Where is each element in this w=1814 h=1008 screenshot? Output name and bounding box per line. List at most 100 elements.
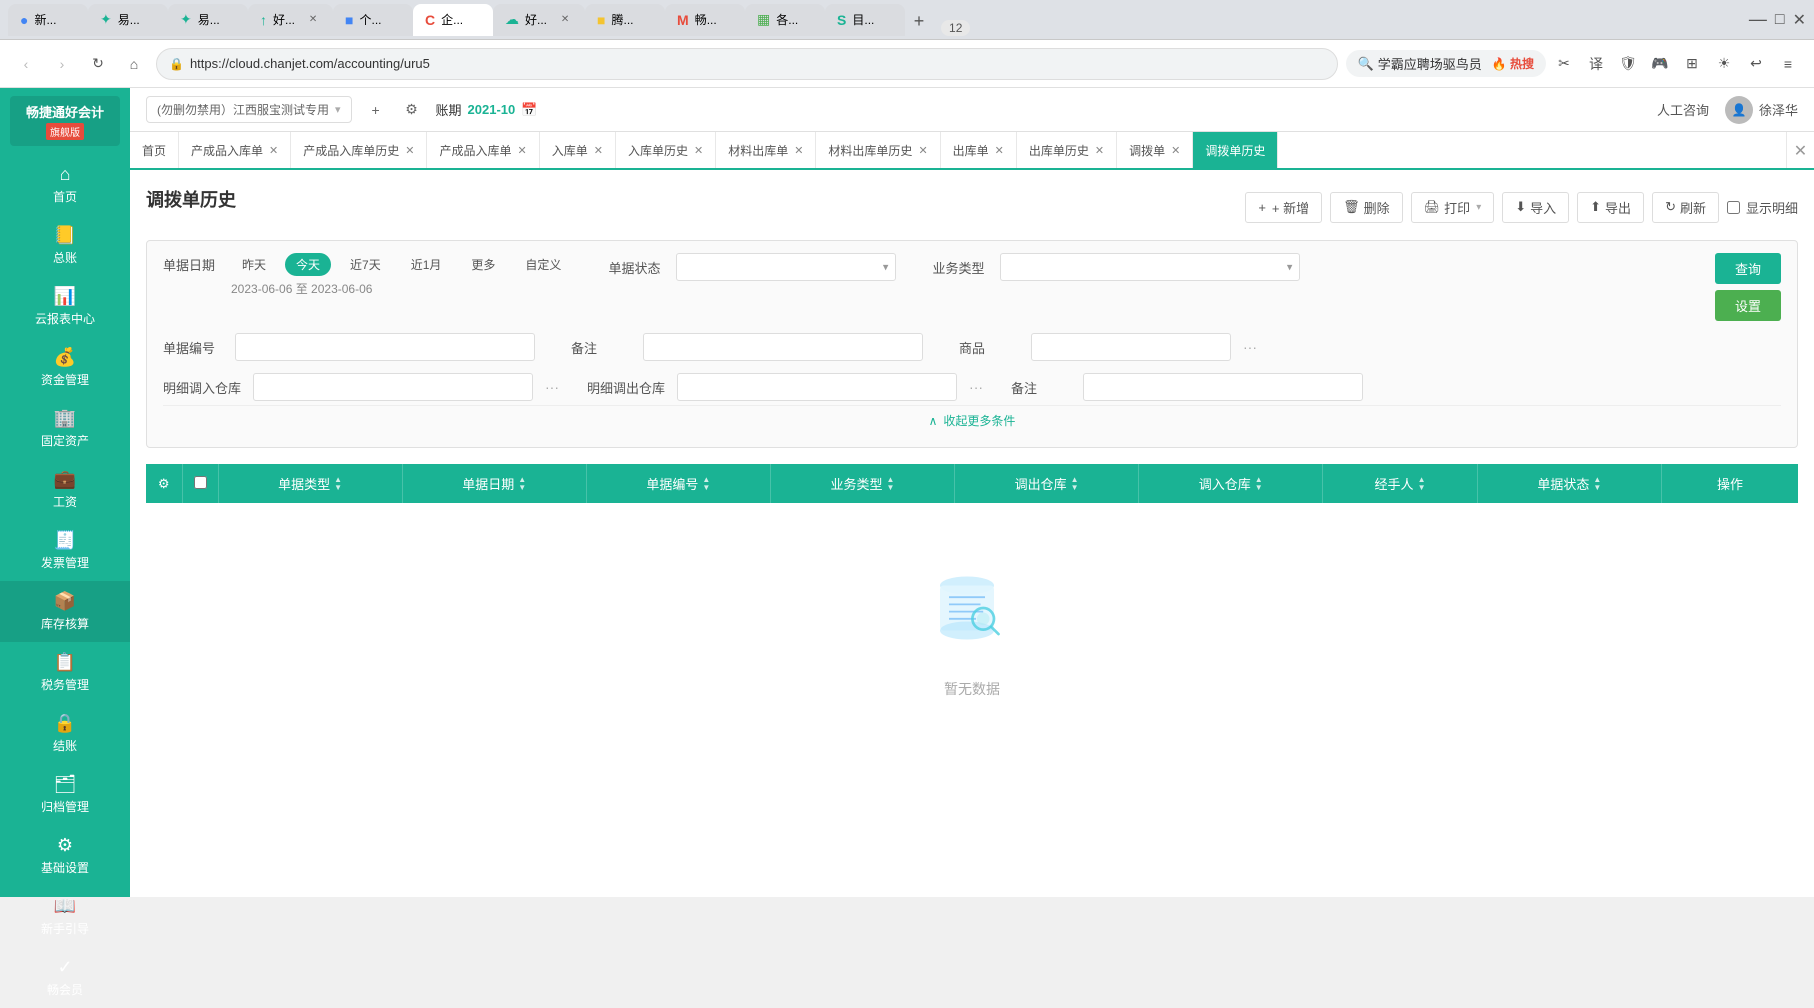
tab-in-hist[interactable]: 入库单历史 ✕ [616,132,716,168]
sidebar-item-guide[interactable]: 📖 新手引导 [0,886,130,947]
refresh-button-page[interactable]: ↻ 刷新 [1652,192,1719,223]
back-button[interactable]: ‹ [12,50,40,78]
tab-prod-in-close[interactable]: ✕ [269,144,278,157]
tab-prod-in-hist-close[interactable]: ✕ [405,144,414,157]
sidebar-item-inventory[interactable]: 📦 库存核算 [0,581,130,642]
th-doc-status[interactable]: 单据状态 ▲▼ [1477,464,1661,503]
tab-out-close[interactable]: ✕ [995,144,1004,157]
tab-allot-hist[interactable]: 调拨单历史 [1193,132,1278,168]
close-page-button[interactable]: ✕ [1786,132,1814,170]
ai-service-link[interactable]: 人工咨询 [1657,100,1709,119]
new-tab-button[interactable]: + [905,8,933,36]
tab-prod-in2-close[interactable]: ✕ [518,144,527,157]
tab7-close-icon[interactable]: ✕ [557,12,573,28]
th-in-warehouse[interactable]: 调入仓库 ▲▼ [1139,464,1323,503]
translate-icon[interactable]: 译 [1582,50,1610,78]
menu-icon[interactable]: ≡ [1774,50,1802,78]
browser-tab-2[interactable]: ✦ 易... [88,4,168,36]
biz-type-select[interactable] [1000,253,1300,281]
custom-btn[interactable]: 自定义 [514,253,572,276]
sort-biz-type[interactable]: 业务类型 ▲▼ [779,474,946,493]
sort-out-warehouse[interactable]: 调出仓库 ▲▼ [963,474,1130,493]
calendar-icon[interactable]: 📅 [521,102,537,118]
browser-tab-4[interactable]: ↑ 好... ✕ [248,4,333,36]
game-icon[interactable]: 🎮 [1646,50,1674,78]
add-company-button[interactable]: + [364,98,388,122]
browser-tab-11[interactable]: S 目... [825,4,905,36]
th-handler[interactable]: 经手人 ▲▼ [1323,464,1478,503]
search-bar[interactable]: 🔍 学霸应聘场驱鸟员 🔥 热搜 [1346,50,1546,77]
detail-in-ellipsis[interactable]: ··· [545,379,559,395]
detail-out-ellipsis[interactable]: ··· [969,379,983,395]
sidebar-item-home[interactable]: ⌂ 首页 [0,154,130,215]
sidebar-item-ledger[interactable]: 📒 总账 [0,215,130,276]
import-button[interactable]: ⬇ 导入 [1502,192,1569,223]
export-button[interactable]: ⬆ 导出 [1577,192,1644,223]
window-maximize-icon[interactable]: □ [1775,11,1785,29]
sidebar-item-tax[interactable]: 📋 税务管理 [0,642,130,703]
tab-out-hist-close[interactable]: ✕ [1095,144,1104,157]
sort-in-warehouse[interactable]: 调入仓库 ▲▼ [1147,474,1314,493]
tab-mat-out-hist-close[interactable]: ✕ [918,144,927,157]
browser-tab-1[interactable]: ● 新... [8,4,88,36]
th-doc-type[interactable]: 单据类型 ▲▼ [218,464,402,503]
sidebar-item-archive[interactable]: 🗂 归档管理 [0,764,130,825]
tab-prod-in[interactable]: 产成品入库单 ✕ [179,132,291,168]
detail-in-input[interactable] [253,373,533,401]
collapse-filter-button[interactable]: ∧ 收起更多条件 [163,405,1781,435]
sidebar-item-wages[interactable]: 💼 工资 [0,459,130,520]
tab-mat-out[interactable]: 材料出库单 ✕ [716,132,816,168]
delete-button[interactable]: 🗑 删除 [1330,192,1403,223]
sidebar-item-member[interactable]: ✓ 畅会员 [0,947,130,1008]
tab-prod-in-hist[interactable]: 产成品入库单历史 ✕ [291,132,427,168]
user-area[interactable]: 👤 徐泽华 [1725,96,1798,124]
company-selector[interactable]: (勿删勿禁用）江西服宝测试专用 ▾ [146,96,352,123]
tab4-close-icon[interactable]: ✕ [305,12,321,28]
th-biz-type[interactable]: 业务类型 ▲▼ [770,464,954,503]
month-btn[interactable]: 近1月 [400,253,453,276]
scissors-icon[interactable]: ✂ [1550,50,1578,78]
undo-icon[interactable]: ↩ [1742,50,1770,78]
print-button[interactable]: 🖨 打印 ▾ [1411,192,1495,223]
browser-tab-7[interactable]: ☁ 好... ✕ [493,4,585,36]
brightness-icon[interactable]: ☀ [1710,50,1738,78]
window-close-icon[interactable]: ✕ [1793,10,1806,30]
query-button[interactable]: 查询 [1715,253,1781,284]
sort-handler[interactable]: 经手人 ▲▼ [1331,474,1469,493]
th-checkbox[interactable] [182,464,218,503]
th-gear[interactable]: ⚙ [146,464,182,503]
status-select[interactable] [676,253,896,281]
shield-icon[interactable]: 🛡 [1614,50,1642,78]
tab-out[interactable]: 出库单 ✕ [941,132,1017,168]
browser-tab-10[interactable]: ▦ 各... [745,4,825,36]
tab-in-close[interactable]: ✕ [594,144,603,157]
tab-prod-in2[interactable]: 产成品入库单 ✕ [427,132,539,168]
home-button[interactable]: ⌂ [120,50,148,78]
tab-allot[interactable]: 调拨单 ✕ [1117,132,1193,168]
address-bar[interactable]: 🔒 https://cloud.chanjet.com/accounting/u… [156,48,1338,80]
set-button[interactable]: 设置 [1715,290,1781,321]
tab-allot-close[interactable]: ✕ [1171,144,1180,157]
detail-out-input[interactable] [677,373,957,401]
sort-doc-type[interactable]: 单据类型 ▲▼ [227,474,394,493]
sidebar-item-funds[interactable]: 💰 资金管理 [0,337,130,398]
th-out-warehouse[interactable]: 调出仓库 ▲▼ [955,464,1139,503]
tab-mat-out-hist[interactable]: 材料出库单历史 ✕ [816,132,940,168]
browser-tab-5[interactable]: ■ 个... [333,4,413,36]
company-settings-icon[interactable]: ⚙ [400,98,424,122]
remarks2-input[interactable] [1083,373,1363,401]
tab-home[interactable]: 首页 [130,132,179,168]
sidebar-item-invoice[interactable]: 🧾 发票管理 [0,520,130,581]
forward-button[interactable]: › [48,50,76,78]
sidebar-item-reports[interactable]: 📊 云报表中心 [0,276,130,337]
sidebar-item-closing[interactable]: 🔒 结账 [0,703,130,764]
browser-tab-6[interactable]: C 企... [413,4,493,36]
remark-input[interactable] [643,333,923,361]
tab-mat-out-close[interactable]: ✕ [794,144,803,157]
doc-no-input[interactable] [235,333,535,361]
new-button[interactable]: + + 新增 [1245,192,1322,223]
window-minimize-icon[interactable]: — [1749,9,1767,30]
goods-ellipsis[interactable]: ··· [1243,339,1257,355]
th-doc-date[interactable]: 单据日期 ▲▼ [402,464,586,503]
select-all-checkbox[interactable] [194,476,207,489]
